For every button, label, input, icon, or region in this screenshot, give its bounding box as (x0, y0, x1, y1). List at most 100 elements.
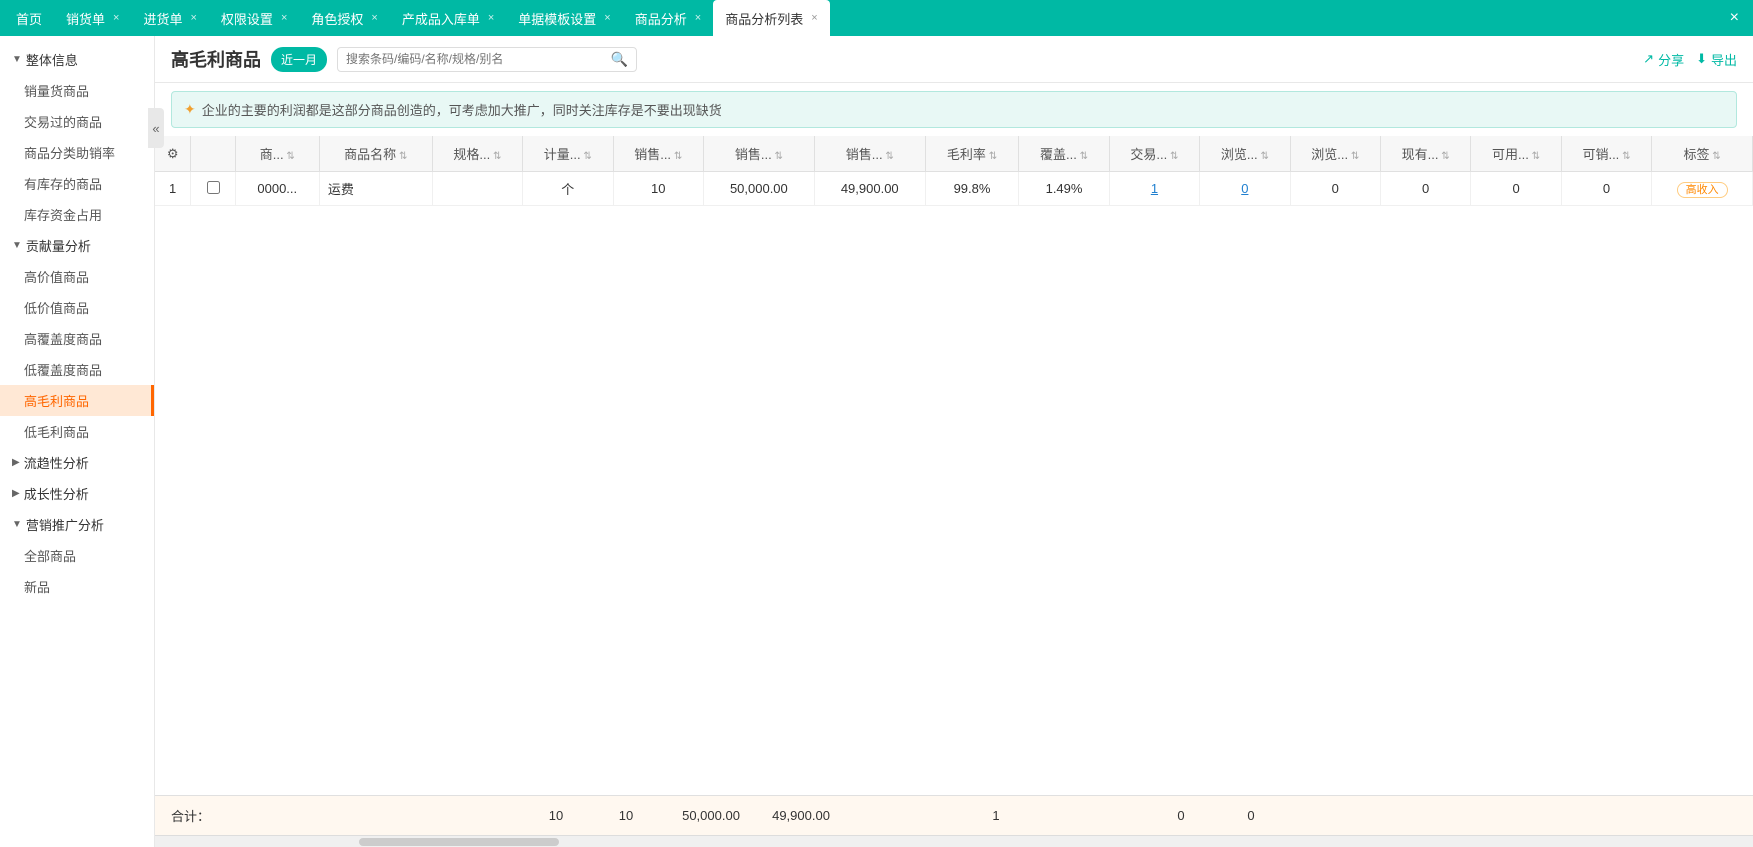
sidebar-group-3[interactable]: ▶成长性分析 (0, 478, 154, 509)
nav-tab-label-6: 单据模板设置 (518, 9, 596, 28)
nav-tab-8[interactable]: 商品分析列表× (713, 0, 829, 36)
sidebar-group-4[interactable]: ▼营销推广分析 (0, 509, 154, 540)
search-icon[interactable]: 🔍 (611, 51, 628, 68)
nav-tab-3[interactable]: 权限设置× (209, 0, 299, 36)
sidebar-item-4-1[interactable]: 新品 (0, 571, 154, 602)
nav-tab-close-4[interactable]: × (371, 12, 377, 24)
sort-icon-7[interactable]: ⇅ (772, 151, 783, 162)
nav-tab-7[interactable]: 商品分析× (623, 0, 713, 36)
col-header-7[interactable]: 销售... ⇅ (703, 136, 814, 172)
sort-icon-4[interactable]: ⇅ (490, 151, 501, 162)
col-header-8[interactable]: 销售... ⇅ (814, 136, 925, 172)
cell-0-12[interactable]: 0 (1200, 172, 1290, 206)
col-header-10[interactable]: 覆盖... ⇅ (1019, 136, 1109, 172)
sidebar-item-1-4[interactable]: 高毛利商品 (0, 385, 154, 416)
scrollbar-thumb[interactable] (359, 838, 559, 846)
nav-tab-4[interactable]: 角色授权× (299, 0, 389, 36)
sort-icon-5[interactable]: ⇅ (581, 151, 592, 162)
col-header-12[interactable]: 浏览... ⇅ (1200, 136, 1290, 172)
sidebar-item-1-3[interactable]: 低覆盖度商品 (0, 354, 154, 385)
footer-cell-3 (346, 808, 466, 823)
sidebar-collapse-button[interactable]: « (148, 108, 164, 148)
sidebar-group-label-2: 流趋性分析 (24, 453, 89, 472)
sort-icon-2[interactable]: ⇅ (284, 151, 295, 162)
share-icon: ↗ (1643, 51, 1654, 67)
sidebar-item-0-1[interactable]: 交易过的商品 (0, 106, 154, 137)
footer-cell-16 (1286, 808, 1356, 823)
col-label-3: 商品名称 (344, 147, 396, 162)
content-panel: 高毛利商品 近一月 🔍 ↗ 分享 ⬇ 导出 ✦ 企业的主要的利润都是这部分商品创… (155, 36, 1753, 847)
sort-icon-15[interactable]: ⇅ (1529, 151, 1540, 162)
nav-tab-1[interactable]: 销货单 × (54, 0, 131, 36)
col-label-16: 可销... (1582, 147, 1619, 162)
cell-0-13: 0 (1290, 172, 1380, 206)
sort-icon-13[interactable]: ⇅ (1348, 151, 1359, 162)
sidebar-group-1[interactable]: ▼贡献量分析 (0, 230, 154, 261)
cell-0-9: 99.8% (925, 172, 1019, 206)
tip-icon: ✦ (184, 101, 196, 118)
sort-icon-10[interactable]: ⇅ (1077, 151, 1088, 162)
sidebar-item-0-0[interactable]: 销量货商品 (0, 75, 154, 106)
sort-icon-8[interactable]: ⇅ (883, 151, 894, 162)
nav-tab-close-7[interactable]: × (695, 12, 701, 24)
nav-tab-label-1: 销货单 (66, 9, 105, 28)
row-checkbox-0[interactable] (207, 181, 220, 194)
col-header-6[interactable]: 销售... ⇅ (613, 136, 703, 172)
search-box: 🔍 (337, 47, 637, 72)
cell-0-11[interactable]: 1 (1109, 172, 1199, 206)
col-header-3[interactable]: 商品名称 ⇅ (319, 136, 432, 172)
horizontal-scrollbar[interactable] (155, 835, 1753, 847)
col-header-16[interactable]: 可销... ⇅ (1561, 136, 1651, 172)
sidebar-group-0[interactable]: ▼整体信息 (0, 44, 154, 75)
col-label-2: 商... (260, 147, 284, 162)
col-header-9[interactable]: 毛利率 ⇅ (925, 136, 1019, 172)
sidebar-item-0-4[interactable]: 库存资金占用 (0, 199, 154, 230)
col-header-13[interactable]: 浏览... ⇅ (1290, 136, 1380, 172)
sort-icon-6[interactable]: ⇅ (671, 151, 682, 162)
sort-icon-17[interactable]: ⇅ (1710, 151, 1721, 162)
sidebar-item-0-2[interactable]: 商品分类助销率 (0, 137, 154, 168)
search-input[interactable] (346, 52, 611, 66)
nav-tab-close-6[interactable]: × (604, 12, 610, 24)
nav-tab-0[interactable]: 首页 (4, 0, 54, 36)
col-header-17[interactable]: 标签 ⇅ (1652, 136, 1753, 172)
col-header-14[interactable]: 现有... ⇅ (1380, 136, 1470, 172)
sidebar-group-2[interactable]: ▶流趋性分析 (0, 447, 154, 478)
nav-tab-close-5[interactable]: × (488, 12, 494, 24)
col-header-15[interactable]: 可用... ⇅ (1471, 136, 1561, 172)
table-container[interactable]: ⚙商... ⇅商品名称 ⇅规格... ⇅计量... ⇅销售... ⇅销售... … (155, 136, 1753, 795)
nav-tab-close-2[interactable]: × (190, 12, 196, 24)
sidebar-item-0-3[interactable]: 有库存的商品 (0, 168, 154, 199)
nav-tab-close-8[interactable]: × (811, 12, 817, 24)
sidebar-item-1-5[interactable]: 低毛利商品 (0, 416, 154, 447)
nav-tab-label-5: 产成品入库单 (402, 9, 480, 28)
sidebar-item-1-2[interactable]: 高覆盖度商品 (0, 323, 154, 354)
sort-icon-3[interactable]: ⇅ (396, 151, 407, 162)
window-close-button[interactable]: × (1720, 9, 1749, 27)
sidebar-group-arrow-3: ▶ (12, 488, 20, 499)
col-header-5[interactable]: 计量... ⇅ (523, 136, 613, 172)
period-button[interactable]: 近一月 (271, 47, 327, 72)
sort-icon-14[interactable]: ⇅ (1438, 151, 1449, 162)
col-header-11[interactable]: 交易... ⇅ (1109, 136, 1199, 172)
export-icon: ⬇ (1696, 51, 1707, 67)
footer-cell-12 (1026, 808, 1086, 823)
nav-tab-close-1[interactable]: × (113, 12, 119, 24)
sidebar-item-1-0[interactable]: 高价值商品 (0, 261, 154, 292)
nav-tab-6[interactable]: 单据模板设置 × (506, 0, 622, 36)
nav-tab-5[interactable]: 产成品入库单 × (390, 0, 506, 36)
nav-tab-2[interactable]: 进货单× (131, 0, 208, 36)
sort-icon-11[interactable]: ⇅ (1167, 151, 1178, 162)
col-header-4[interactable]: 规格... ⇅ (432, 136, 522, 172)
export-button[interactable]: ⬇ 导出 (1696, 50, 1737, 69)
sort-icon-12[interactable]: ⇅ (1258, 151, 1269, 162)
sidebar-item-4-0[interactable]: 全部商品 (0, 540, 154, 571)
sidebar-item-1-1[interactable]: 低价值商品 (0, 292, 154, 323)
nav-tab-close-3[interactable]: × (281, 12, 287, 24)
sort-icon-16[interactable]: ⇅ (1619, 151, 1630, 162)
sort-icon-9[interactable]: ⇅ (986, 151, 997, 162)
cell-0-10: 1.49% (1019, 172, 1109, 206)
col-header-2[interactable]: 商... ⇅ (235, 136, 319, 172)
footer-total-row: 合计： 101050,000.0049,900.00100 (155, 795, 1753, 835)
share-button[interactable]: ↗ 分享 (1643, 50, 1684, 69)
